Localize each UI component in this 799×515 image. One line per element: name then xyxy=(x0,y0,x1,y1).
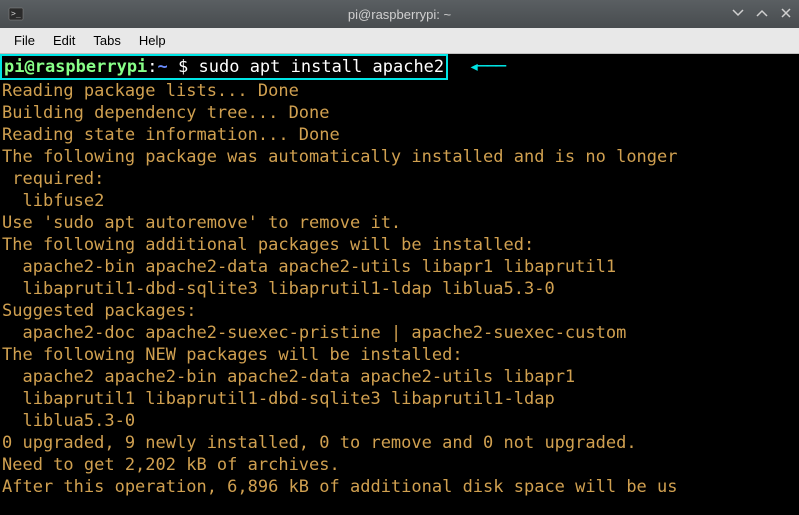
output-line: libaprutil1 libaprutil1-dbd-sqlite3 liba… xyxy=(0,388,799,410)
output-line: Reading state information... Done xyxy=(0,124,799,146)
menu-edit[interactable]: Edit xyxy=(45,29,83,52)
output-line: libaprutil1-dbd-sqlite3 libaprutil1-ldap… xyxy=(0,278,799,300)
output-line: The following package was automatically … xyxy=(0,146,799,168)
window-controls xyxy=(731,7,793,22)
menu-help[interactable]: Help xyxy=(131,29,174,52)
output-line: apache2-bin apache2-data apache2-utils l… xyxy=(0,256,799,278)
output-line: After this operation, 6,896 kB of additi… xyxy=(0,476,799,498)
command-text: sudo apt install apache2 xyxy=(199,57,445,77)
prompt-userhost: pi@raspberrypi xyxy=(4,57,147,77)
output-line: Reading package lists... Done xyxy=(0,80,799,102)
output-line: 0 upgraded, 9 newly installed, 0 to remo… xyxy=(0,432,799,454)
prompt-path: ~ xyxy=(158,57,168,77)
prompt-dollar: $ xyxy=(168,57,199,77)
output-line: apache2-doc apache2-suexec-pristine | ap… xyxy=(0,322,799,344)
arrow-annotation: ◂─── xyxy=(469,56,504,78)
output-line: liblua5.3-0 xyxy=(0,410,799,432)
terminal-area[interactable]: pi@raspberrypi:~ $ sudo apt install apac… xyxy=(0,54,799,515)
svg-text:>_: >_ xyxy=(11,9,21,18)
minimize-button[interactable] xyxy=(731,7,745,22)
close-button[interactable] xyxy=(779,7,793,22)
menu-tabs[interactable]: Tabs xyxy=(85,29,128,52)
output-line: The following NEW packages will be insta… xyxy=(0,344,799,366)
output-line: libfuse2 xyxy=(0,190,799,212)
menubar: File Edit Tabs Help xyxy=(0,28,799,54)
maximize-button[interactable] xyxy=(755,7,769,22)
titlebar: >_ pi@raspberrypi: ~ xyxy=(0,0,799,28)
menu-file[interactable]: File xyxy=(6,29,43,52)
output-line: Suggested packages: xyxy=(0,300,799,322)
output-line: Need to get 2,202 kB of archives. xyxy=(0,454,799,476)
output-line: The following additional packages will b… xyxy=(0,234,799,256)
output-line: required: xyxy=(0,168,799,190)
output-line: Building dependency tree... Done xyxy=(0,102,799,124)
terminal-app-icon: >_ xyxy=(8,6,24,22)
window-title: pi@raspberrypi: ~ xyxy=(348,7,451,22)
command-highlight-box: pi@raspberrypi:~ $ sudo apt install apac… xyxy=(0,54,448,80)
output-line: apache2 apache2-bin apache2-data apache2… xyxy=(0,366,799,388)
prompt-colon: : xyxy=(147,57,157,77)
output-line: Use 'sudo apt autoremove' to remove it. xyxy=(0,212,799,234)
